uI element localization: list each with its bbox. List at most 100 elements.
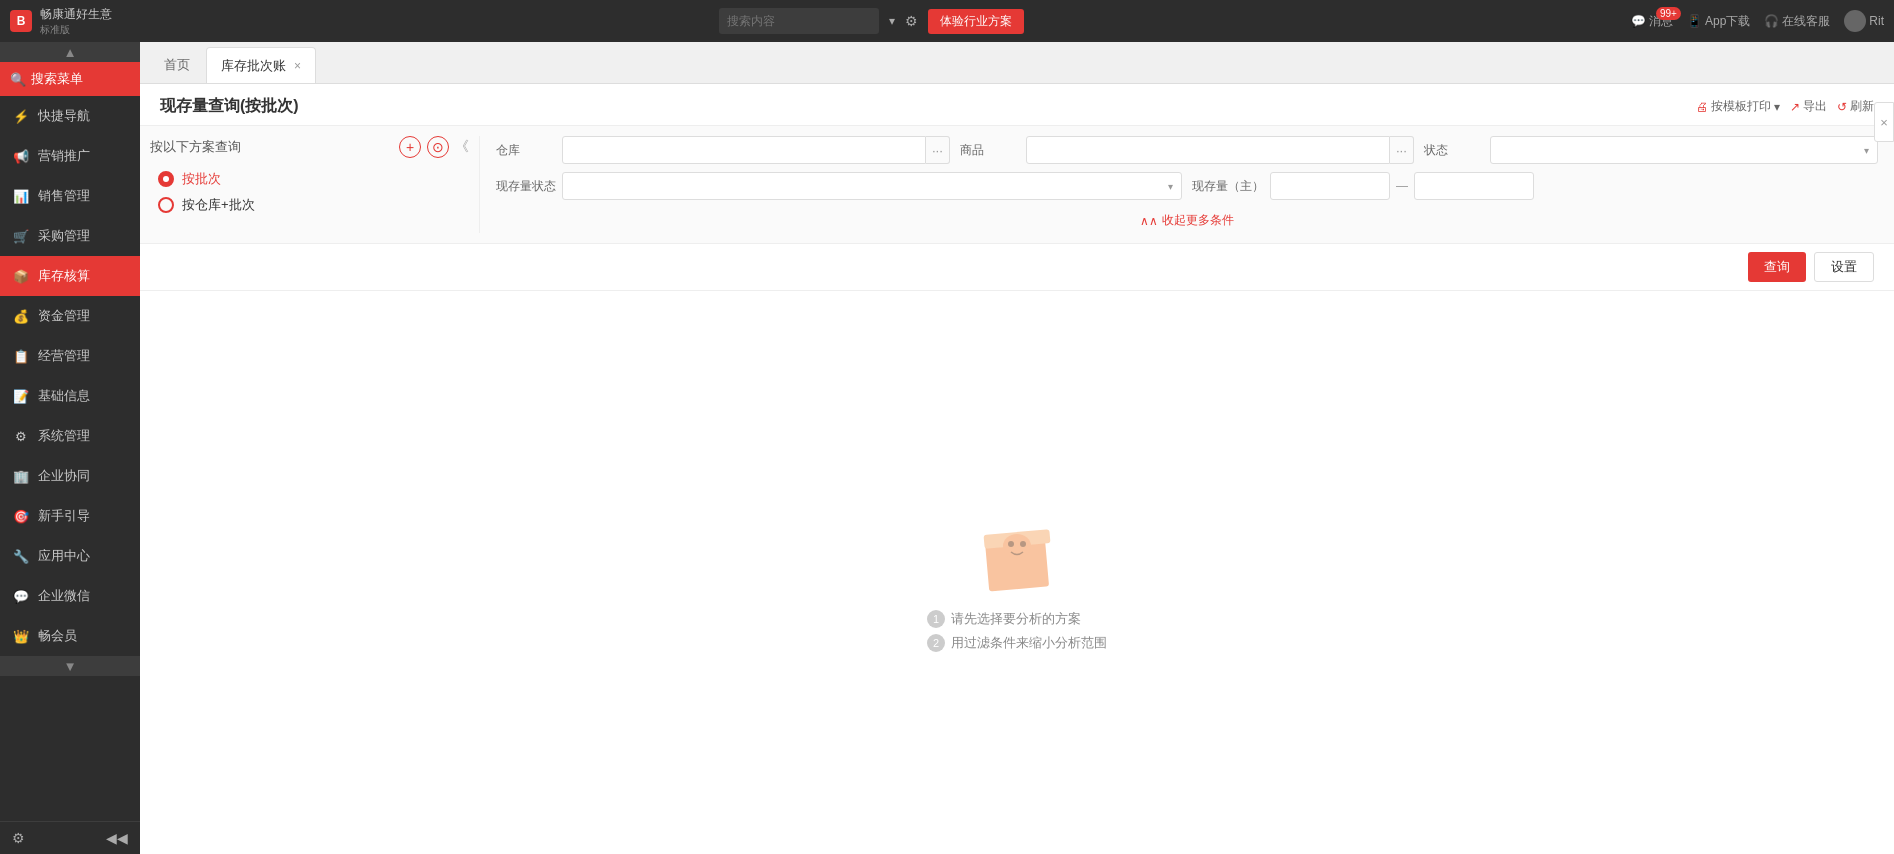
inventory-icon: 📦 [12, 267, 30, 285]
empty-box-svg [967, 494, 1067, 594]
sidebar-item-app-center[interactable]: 🔧 应用中心 [0, 536, 140, 576]
status-field: 状态 ▾ [1424, 136, 1878, 164]
sidebar-item-basic-info[interactable]: 📝 基础信息 [0, 376, 140, 416]
export-btn[interactable]: ↗ 导出 [1790, 98, 1827, 115]
close-panel-btn[interactable]: × [1874, 102, 1894, 142]
marketing-icon: 📢 [12, 147, 30, 165]
sidebar-item-quick-nav[interactable]: ⚡ 快捷导航 [0, 96, 140, 136]
scheme-radio-filled-icon [158, 171, 174, 187]
sidebar-item-marketing[interactable]: 📢 营销推广 [0, 136, 140, 176]
sidebar-item-guide[interactable]: 🎯 新手引导 [0, 496, 140, 536]
product-field: 商品 ··· [960, 136, 1414, 164]
empty-illustration [967, 494, 1067, 594]
page-header: 现存量查询(按批次) 🖨 按模板打印 ▾ ↗ 导出 ↺ 刷新 [140, 84, 1894, 126]
empty-hints: 1 请先选择要分析的方案 2 用过滤条件来缩小分析范围 [927, 610, 1107, 652]
sidebar-item-enterprise[interactable]: 🏢 企业协同 [0, 456, 140, 496]
empty-state: 1 请先选择要分析的方案 2 用过滤条件来缩小分析范围 [140, 291, 1894, 854]
user-avatar-btn[interactable]: Rit [1844, 10, 1884, 32]
sidebar-item-inventory[interactable]: 📦 库存核算 [0, 256, 140, 296]
tab-home[interactable]: 首页 [150, 47, 204, 83]
scheme-by-batch[interactable]: 按批次 [150, 166, 469, 192]
wechat-icon: 💬 [12, 587, 30, 605]
status-label: 状态 [1424, 142, 1484, 159]
empty-hint-1: 1 请先选择要分析的方案 [927, 610, 1107, 628]
tab-inventory-batch[interactable]: 库存批次账 × [206, 47, 316, 83]
inventory-qty-field: 现存量（主） — [1192, 172, 1878, 200]
scheme-by-warehouse-batch[interactable]: 按仓库+批次 [150, 192, 469, 218]
topbar-center: ▾ ⚙ 体验行业方案 [112, 8, 1631, 34]
printer-icon: 🖨 [1696, 100, 1708, 114]
sidebar-item-label: 企业微信 [38, 587, 90, 605]
scheme-by-batch-label: 按批次 [182, 170, 221, 188]
home-tab-label: 首页 [164, 56, 190, 74]
settings-bottom-icon[interactable]: ⚙ [12, 830, 25, 846]
collapse-conditions-btn[interactable]: ∧∧ 收起更多条件 [496, 208, 1878, 233]
app-title: 畅康通好生意 [40, 6, 112, 23]
export-icon: ↗ [1790, 100, 1800, 114]
collapse-sidebar-icon[interactable]: ◀◀ [106, 830, 128, 846]
scheme-settings-btn[interactable]: ⊙ [427, 136, 449, 158]
product-label: 商品 [960, 142, 1020, 159]
hint-num-2: 2 [927, 634, 945, 652]
topbar-left: B 畅康通好生意 标准版 [10, 6, 112, 37]
filter-panel: 按以下方案查询 + ⊙ 《 按批次 [140, 126, 1894, 244]
experience-industry-btn[interactable]: 体验行业方案 [928, 9, 1024, 34]
sidebar: ▲ 🔍 搜索菜单 ⚡ 快捷导航 📢 营销推广 📊 销售管理 🛒 采购管理 📦 库… [0, 42, 140, 854]
status-chevron-icon: ▾ [1864, 145, 1869, 156]
user-avatar [1844, 10, 1866, 32]
sidebar-scroll-up[interactable]: ▲ [0, 42, 140, 62]
sidebar-search-btn[interactable]: 🔍 搜索菜单 [0, 62, 140, 96]
inventory-qty-min-input[interactable] [1270, 172, 1390, 200]
app-center-icon: 🔧 [12, 547, 30, 565]
topbar-dropdown-btn[interactable]: ▾ [889, 14, 895, 28]
topbar-gear-btn[interactable]: ⚙ [905, 13, 918, 29]
enterprise-icon: 🏢 [12, 467, 30, 485]
page-header-actions: 🖨 按模板打印 ▾ ↗ 导出 ↺ 刷新 [1696, 98, 1874, 115]
sidebar-item-label: 销售管理 [38, 187, 90, 205]
sidebar-item-sales[interactable]: 📊 销售管理 [0, 176, 140, 216]
add-scheme-btn[interactable]: + [399, 136, 421, 158]
empty-hint-2: 2 用过滤条件来缩小分析范围 [927, 634, 1107, 652]
print-dropdown-icon: ▾ [1774, 100, 1780, 114]
warehouse-input[interactable] [562, 136, 926, 164]
settings-btn[interactable]: 设置 [1814, 252, 1874, 282]
scheme-by-warehouse-batch-label: 按仓库+批次 [182, 196, 255, 214]
product-input[interactable] [1026, 136, 1390, 164]
sidebar-item-operation[interactable]: 📋 经营管理 [0, 336, 140, 376]
messages-btn[interactable]: 💬 消息 99+ [1631, 13, 1673, 30]
hint-text-1: 请先选择要分析的方案 [951, 610, 1081, 628]
status-select[interactable]: ▾ [1490, 136, 1878, 164]
inventory-qty-max-input[interactable] [1414, 172, 1534, 200]
chevron-up-icon: ∧∧ [1140, 214, 1158, 228]
warehouse-more-btn[interactable]: ··· [926, 136, 950, 164]
sidebar-item-purchase[interactable]: 🛒 采购管理 [0, 216, 140, 256]
tab-close-icon[interactable]: × [294, 59, 301, 73]
filter-scheme-panel: 按以下方案查询 + ⊙ 《 按批次 [140, 136, 480, 233]
sidebar-item-wechat[interactable]: 💬 企业微信 [0, 576, 140, 616]
app-download-btn[interactable]: 📱 App下载 [1687, 13, 1750, 30]
inventory-status-select[interactable]: ▾ [562, 172, 1182, 200]
warehouse-field: 仓库 ··· [496, 136, 950, 164]
sidebar-item-system[interactable]: ⚙ 系统管理 [0, 416, 140, 456]
sidebar-scroll-down[interactable]: ▼ [0, 656, 140, 676]
operation-icon: 📋 [12, 347, 30, 365]
filter-row-1: 仓库 ··· 商品 ··· [496, 136, 1878, 164]
sidebar-item-finance[interactable]: 💰 资金管理 [0, 296, 140, 336]
app-subtitle: 标准版 [40, 23, 112, 37]
sidebar-item-member[interactable]: 👑 畅会员 [0, 616, 140, 656]
query-btn[interactable]: 查询 [1748, 252, 1806, 282]
radio-dot [163, 176, 169, 182]
online-service-btn[interactable]: 🎧 在线客服 [1764, 13, 1830, 30]
filter-row-2: 现存量状态 ▾ 现存量（主） — [496, 172, 1878, 200]
collapse-filter-btn[interactable]: 《 [455, 136, 469, 158]
product-more-btn[interactable]: ··· [1390, 136, 1414, 164]
refresh-btn[interactable]: ↺ 刷新 [1837, 98, 1874, 115]
search-icon: 🔍 [10, 72, 26, 87]
online-service-label: 在线客服 [1782, 13, 1830, 30]
messages-badge: 99+ [1656, 7, 1681, 20]
refresh-label: 刷新 [1850, 98, 1874, 115]
sidebar-item-label: 采购管理 [38, 227, 90, 245]
topbar-search-input[interactable] [719, 8, 879, 34]
print-template-btn[interactable]: 🖨 按模板打印 ▾ [1696, 98, 1780, 115]
print-label: 按模板打印 [1711, 98, 1771, 115]
